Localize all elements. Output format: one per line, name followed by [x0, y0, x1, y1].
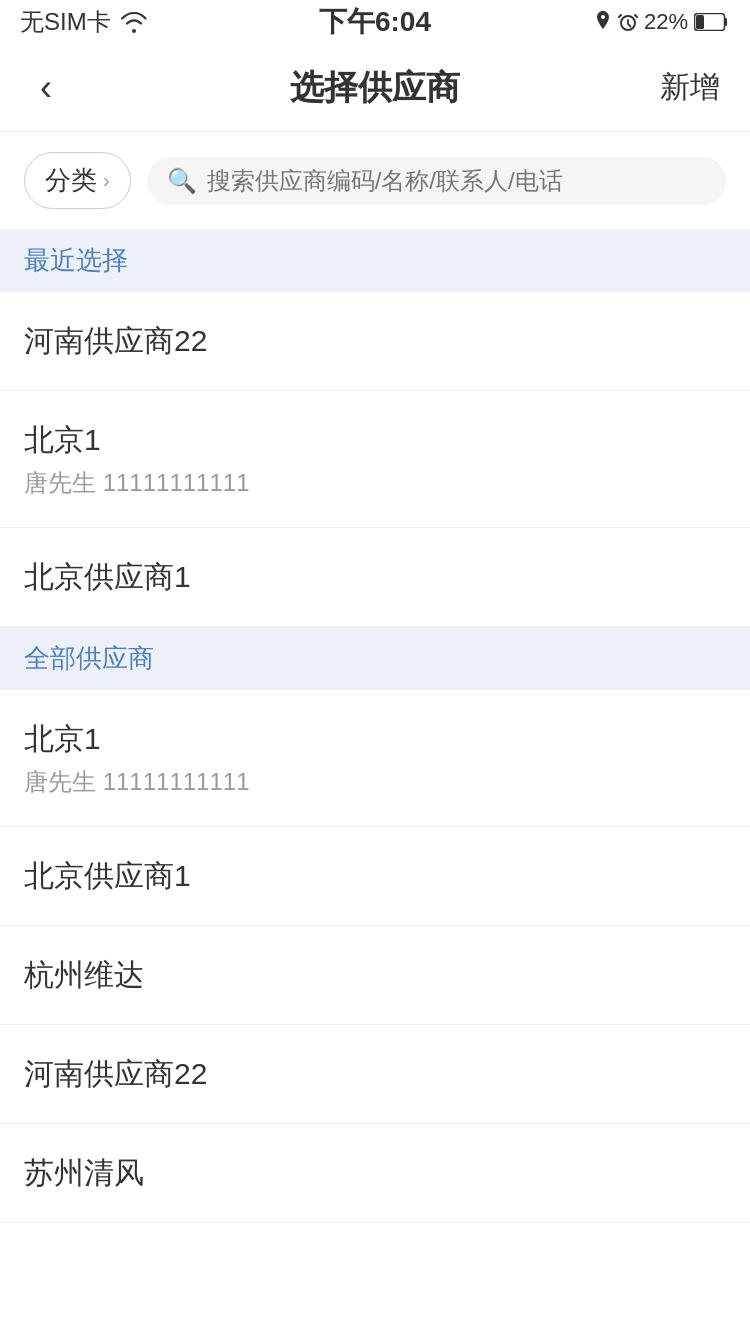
item-name: 北京供应商1 [24, 556, 726, 598]
filter-row: 分类 › 🔍 [0, 132, 750, 229]
carrier-label: 无SIM卡 [20, 6, 111, 38]
list-item[interactable]: 北京供应商1 [0, 827, 750, 926]
category-button[interactable]: 分类 › [24, 152, 131, 209]
item-sub: 唐先生 11111111111 [24, 766, 726, 798]
chevron-right-icon: › [103, 169, 110, 192]
all-section-header: 全部供应商 [0, 627, 750, 690]
list-item[interactable]: 杭州维达 [0, 926, 750, 1025]
status-right: 22% [594, 9, 730, 35]
list-item[interactable]: 北京1 唐先生 11111111111 [0, 690, 750, 827]
status-left: 无SIM卡 [20, 6, 149, 38]
item-sub: 唐先生 11111111111 [24, 467, 726, 499]
item-name: 北京1 [24, 718, 726, 760]
category-label: 分类 [45, 163, 97, 198]
item-name: 河南供应商22 [24, 320, 726, 362]
list-item[interactable]: 河南供应商22 [0, 292, 750, 391]
list-item[interactable]: 河南供应商22 [0, 1025, 750, 1124]
search-input[interactable] [207, 167, 706, 195]
status-bar: 无SIM卡 下午6:04 22% [0, 0, 750, 44]
item-name: 杭州维达 [24, 954, 726, 996]
recent-section-header: 最近选择 [0, 229, 750, 292]
back-button[interactable]: ‹ [30, 57, 62, 119]
alarm-icon [618, 11, 638, 33]
add-button[interactable]: 新增 [660, 67, 720, 108]
list-item[interactable]: 北京1 唐先生 11111111111 [0, 391, 750, 528]
list-item[interactable]: 北京供应商1 [0, 528, 750, 627]
recent-list: 河南供应商22 北京1 唐先生 11111111111 北京供应商1 [0, 292, 750, 627]
svg-rect-2 [696, 15, 704, 29]
item-name: 河南供应商22 [24, 1053, 726, 1095]
location-icon [594, 11, 612, 33]
item-name: 北京1 [24, 419, 726, 461]
list-item[interactable]: 苏州清风 [0, 1124, 750, 1223]
status-time: 下午6:04 [319, 3, 431, 41]
all-list: 北京1 唐先生 11111111111 北京供应商1 杭州维达河南供应商22 苏州清风 [0, 690, 750, 1223]
page-title: 选择供应商 [290, 65, 460, 111]
battery-label: 22% [644, 9, 688, 35]
search-icon: 🔍 [167, 167, 197, 195]
item-name: 苏州清风 [24, 1152, 726, 1194]
nav-bar: ‹ 选择供应商 新增 [0, 44, 750, 132]
battery-icon [694, 13, 730, 31]
search-box[interactable]: 🔍 [147, 157, 726, 205]
item-name: 北京供应商1 [24, 855, 726, 897]
wifi-icon [119, 11, 149, 33]
